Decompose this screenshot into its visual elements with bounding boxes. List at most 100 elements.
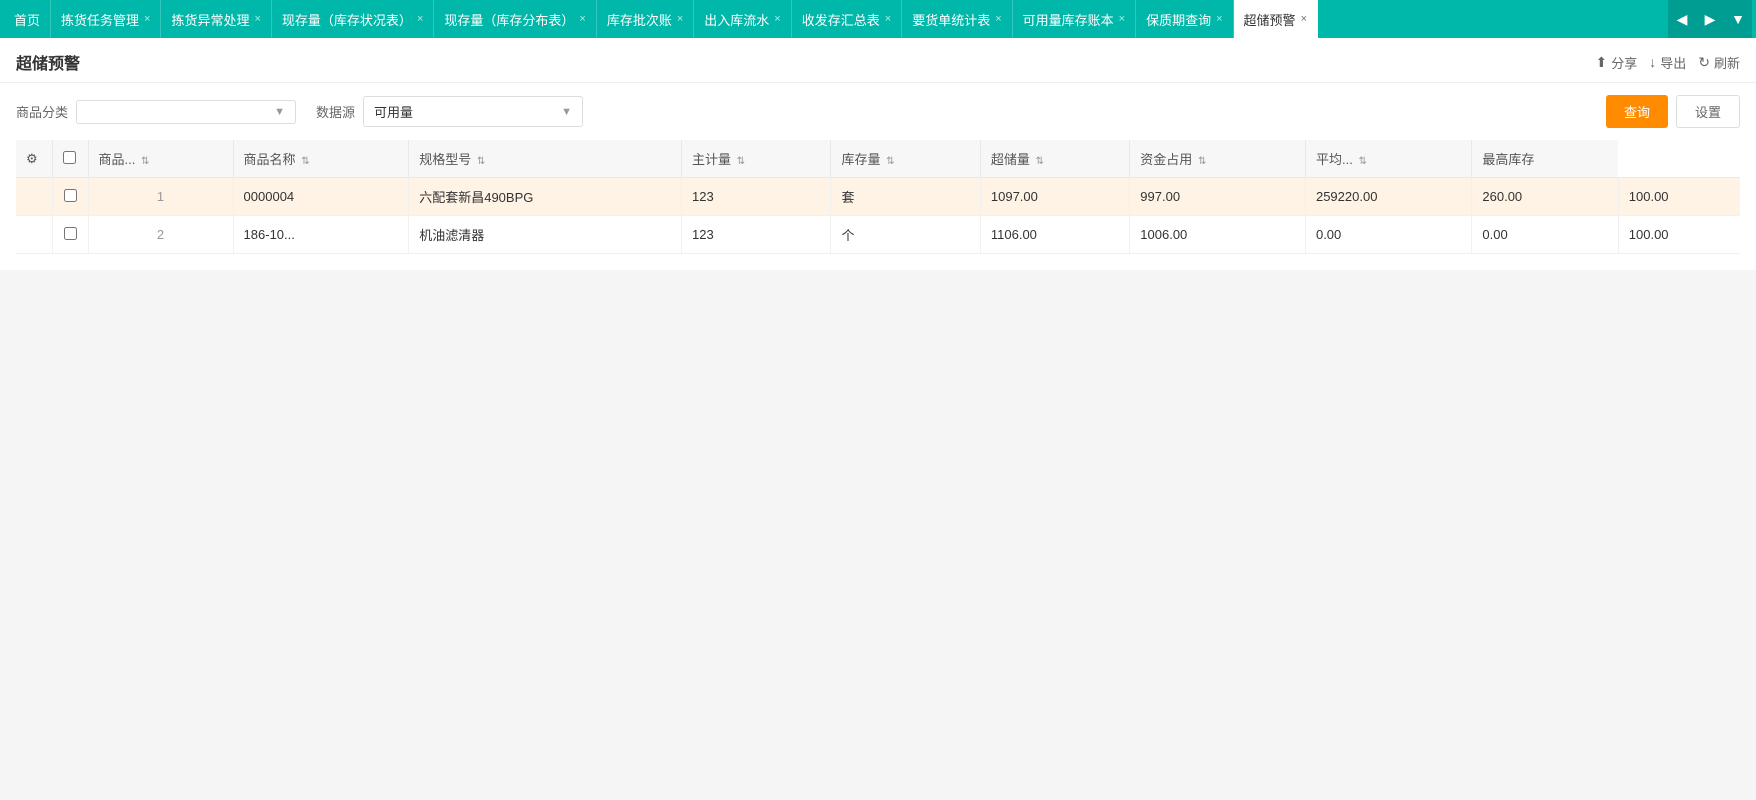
nav-item-batch-account[interactable]: 库存批次账× (597, 0, 694, 38)
close-icon[interactable]: × (1119, 13, 1125, 25)
filter-buttons: 查询 设置 (1606, 95, 1740, 128)
row-gear-cell (16, 178, 52, 216)
row-max-stock: 100.00 (1618, 178, 1740, 216)
col-spec[interactable]: 规格型号 ⇅ (409, 140, 682, 178)
nav-item-quality-check[interactable]: 保质期查询× (1136, 0, 1233, 38)
row-overstock: 1006.00 (1130, 216, 1306, 254)
row-overstock: 997.00 (1130, 178, 1306, 216)
close-icon[interactable]: × (885, 13, 891, 25)
row-num: 2 (88, 216, 233, 254)
row-avg: 0.00 (1472, 216, 1618, 254)
close-icon[interactable]: × (579, 13, 585, 25)
page-title: 超储预警 (16, 50, 80, 74)
col-product-code[interactable]: 商品... ⇅ (88, 140, 233, 178)
nav-next-button[interactable]: ▶ (1696, 0, 1724, 38)
row-product-code: 186-10... (233, 216, 409, 254)
row-num: 1 (88, 178, 233, 216)
share-button[interactable]: ⬆ 分享 (1595, 53, 1637, 72)
export-icon: ↓ (1649, 54, 1656, 70)
close-icon[interactable]: × (677, 13, 683, 25)
sort-icon-overstock: ⇅ (1036, 156, 1044, 167)
header-actions: ⬆ 分享 ↓ 导出 ↻ 刷新 (1595, 53, 1740, 72)
row-checkbox[interactable] (64, 227, 77, 240)
close-icon[interactable]: × (1301, 13, 1307, 25)
sort-icon-stock: ⇅ (886, 156, 894, 167)
col-product-name[interactable]: 商品名称 ⇅ (233, 140, 409, 178)
sort-icon-capital: ⇅ (1198, 156, 1206, 167)
row-gear-cell (16, 216, 52, 254)
table-row: 1 0000004 六配套新昌490BPG 123 套 1097.00 997.… (16, 178, 1740, 216)
category-select[interactable]: ▼ (76, 100, 296, 124)
nav-item-home[interactable]: 首页 (4, 0, 51, 38)
close-icon[interactable]: × (774, 13, 780, 25)
close-icon[interactable]: × (1216, 13, 1222, 25)
row-stock: 1106.00 (980, 216, 1129, 254)
share-icon: ⬆ (1595, 54, 1607, 71)
col-stock[interactable]: 库存量 ⇅ (831, 140, 980, 178)
row-checkbox[interactable] (64, 189, 77, 202)
row-spec: 123 (682, 178, 831, 216)
row-max-stock: 100.00 (1618, 216, 1740, 254)
close-icon[interactable]: × (144, 13, 150, 25)
row-product-code: 0000004 (233, 178, 409, 216)
nav-item-avail-account[interactable]: 可用量库存账本× (1013, 0, 1136, 38)
nav-prev-button[interactable]: ◀ (1668, 0, 1696, 38)
filter-area: 商品分类 ▼ 数据源 可用量 ▼ 查询 设置 (0, 83, 1756, 140)
refresh-icon: ↻ (1698, 54, 1710, 71)
nav-arrows: ◀ ▶ ▼ (1668, 0, 1752, 38)
sort-icon-avg: ⇅ (1358, 156, 1366, 167)
nav-item-inventory-dist[interactable]: 现存量（库存分布表）× (434, 0, 596, 38)
col-overstock[interactable]: 超储量 ⇅ (980, 140, 1129, 178)
sort-icon-code: ⇅ (141, 156, 149, 167)
row-product-name: 六配套新昌490BPG (409, 178, 682, 216)
row-stock: 1097.00 (980, 178, 1129, 216)
row-unit: 个 (831, 216, 980, 254)
col-checkbox (52, 140, 88, 178)
table-row: 2 186-10... 机油滤清器 123 个 1106.00 1006.00 … (16, 216, 1740, 254)
settings-button[interactable]: 设置 (1676, 95, 1740, 128)
col-capital[interactable]: 资金占用 ⇅ (1130, 140, 1306, 178)
sort-icon-name: ⇅ (301, 156, 309, 167)
sort-icon-spec: ⇅ (477, 156, 485, 167)
nav-item-inventory-status[interactable]: 现存量（库存状况表）× (272, 0, 434, 38)
chevron-down-icon-2: ▼ (561, 106, 572, 118)
table-header-row: ⚙ 商品... ⇅ 商品名称 ⇅ 规格型号 ⇅ (16, 140, 1740, 178)
gear-icon[interactable]: ⚙ (26, 151, 38, 166)
chevron-down-icon: ▼ (274, 106, 285, 118)
row-unit: 套 (831, 178, 980, 216)
category-filter: 商品分类 ▼ (16, 100, 296, 124)
nav-item-order-stat[interactable]: 要货单统计表× (902, 0, 1012, 38)
nav-item-inout-flow[interactable]: 出入库流水× (694, 0, 791, 38)
nav-item-abnormal[interactable]: 拣货异常处理× (161, 0, 271, 38)
close-icon[interactable]: × (417, 13, 423, 25)
data-table: ⚙ 商品... ⇅ 商品名称 ⇅ 规格型号 ⇅ (16, 140, 1740, 254)
row-spec: 123 (682, 216, 831, 254)
nav-item-task-mgmt[interactable]: 拣货任务管理× (51, 0, 161, 38)
page-header: 超储预警 ⬆ 分享 ↓ 导出 ↻ 刷新 (0, 38, 1756, 83)
category-label: 商品分类 (16, 102, 68, 121)
row-capital: 0.00 (1305, 216, 1471, 254)
nav-item-overstock[interactable]: 超储预警× (1234, 0, 1318, 38)
close-icon[interactable]: × (254, 13, 260, 25)
nav-item-recv-summary[interactable]: 收发存汇总表× (792, 0, 902, 38)
select-all-checkbox[interactable] (63, 151, 76, 164)
row-checkbox-cell (52, 178, 88, 216)
page-content: 超储预警 ⬆ 分享 ↓ 导出 ↻ 刷新 商品分类 ▼ 数据源 (0, 38, 1756, 270)
query-button[interactable]: 查询 (1606, 95, 1668, 128)
refresh-button[interactable]: ↻ 刷新 (1698, 53, 1740, 72)
row-capital: 259220.00 (1305, 178, 1471, 216)
col-unit[interactable]: 主计量 ⇅ (682, 140, 831, 178)
row-product-name: 机油滤清器 (409, 216, 682, 254)
nav-more-button[interactable]: ▼ (1724, 0, 1752, 38)
datasource-select-value: 可用量 (374, 102, 413, 121)
datasource-filter: 数据源 可用量 ▼ (316, 96, 583, 127)
datasource-label: 数据源 (316, 102, 355, 121)
col-avg[interactable]: 平均... ⇅ (1305, 140, 1471, 178)
close-icon[interactable]: × (995, 13, 1001, 25)
export-button[interactable]: ↓ 导出 (1649, 53, 1686, 72)
top-navigation: 首页拣货任务管理×拣货异常处理×现存量（库存状况表）×现存量（库存分布表）×库存… (0, 0, 1756, 38)
col-max-stock[interactable]: 最高库存 (1472, 140, 1618, 178)
datasource-select[interactable]: 可用量 ▼ (363, 96, 583, 127)
table-container: ⚙ 商品... ⇅ 商品名称 ⇅ 规格型号 ⇅ (0, 140, 1756, 270)
row-checkbox-cell (52, 216, 88, 254)
